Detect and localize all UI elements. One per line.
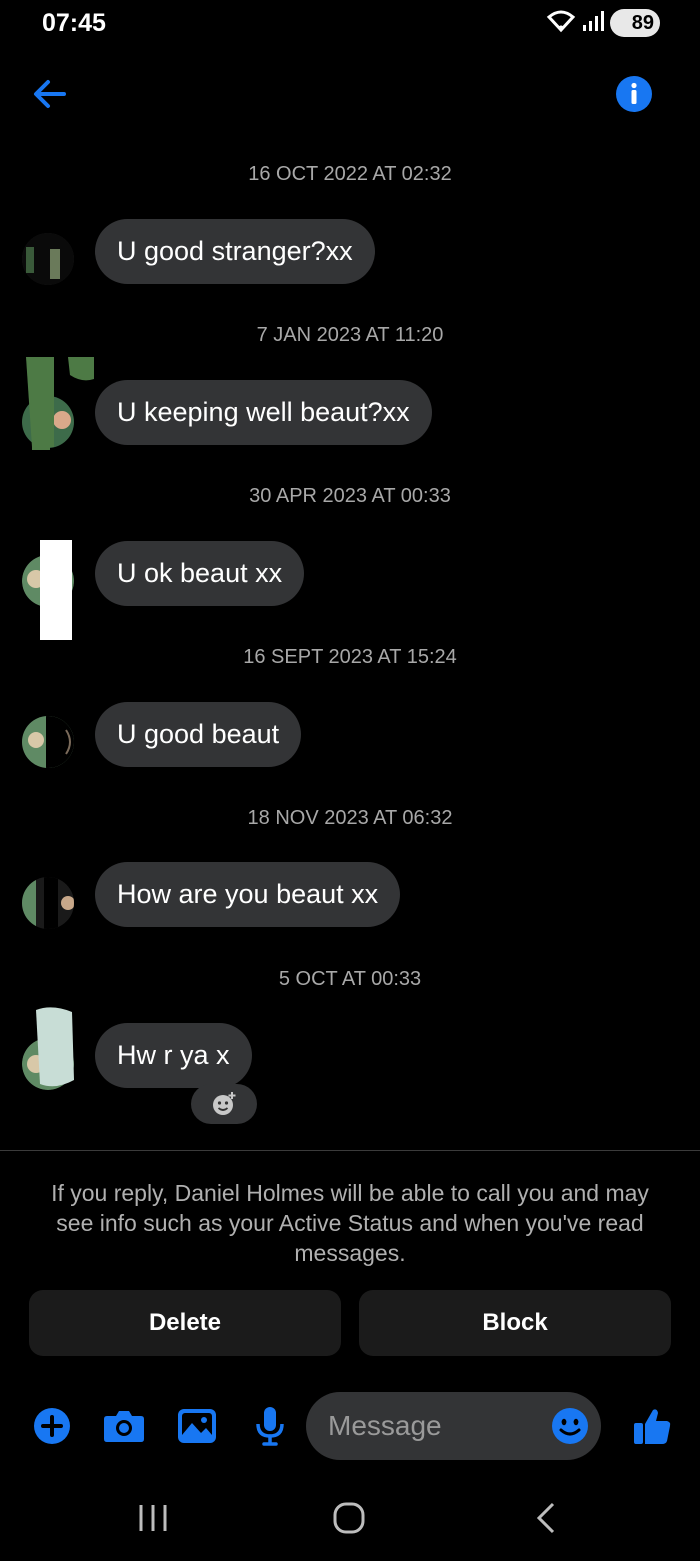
recent-apps-button[interactable] xyxy=(123,1498,183,1538)
status-icons: 89 xyxy=(546,9,660,37)
conversation-header xyxy=(0,60,700,130)
avatar[interactable] xyxy=(22,877,74,929)
arrow-left-icon xyxy=(34,80,66,108)
message-timestamp: 16 SEPT 2023 AT 15:24 xyxy=(243,646,457,668)
plus-icon xyxy=(34,1408,70,1444)
microphone-icon xyxy=(256,1407,284,1446)
message-bubble[interactable]: Hw r ya x xyxy=(95,1023,252,1088)
avatar[interactable] xyxy=(22,233,74,285)
redaction-mark xyxy=(40,540,72,640)
wifi-icon xyxy=(546,9,576,38)
emoji-button[interactable] xyxy=(551,1407,589,1445)
battery-level: 89 xyxy=(631,11,654,34)
message-input[interactable] xyxy=(328,1392,543,1460)
emoji-icon xyxy=(552,1408,588,1444)
message-timestamp: 16 OCT 2022 AT 02:32 xyxy=(248,163,452,185)
block-button[interactable]: Block xyxy=(359,1290,671,1356)
message-bubble[interactable]: U good stranger?xx xyxy=(95,219,375,284)
camera-icon xyxy=(104,1411,144,1442)
home-icon xyxy=(333,1502,365,1534)
home-button[interactable] xyxy=(319,1498,379,1538)
thumbs-up-icon xyxy=(634,1409,671,1444)
redaction-mark xyxy=(32,1006,76,1088)
message-bubble[interactable]: U keeping well beaut?xx xyxy=(95,380,432,445)
system-back-button[interactable] xyxy=(516,1498,576,1538)
emoji-add-icon xyxy=(213,1092,236,1115)
system-navigation-bar xyxy=(0,1480,700,1561)
messenger-screen: 07:45 89 16 OCT 2022 AT 02:32 U good str… xyxy=(0,0,700,1561)
divider xyxy=(0,1150,700,1151)
avatar[interactable] xyxy=(22,716,74,768)
message-bubble[interactable]: U ok beaut xx xyxy=(95,541,305,606)
status-bar: 07:45 89 xyxy=(0,0,700,46)
message-timestamp: 7 JAN 2023 AT 11:20 xyxy=(256,324,444,346)
add-reaction-button[interactable] xyxy=(191,1084,257,1124)
info-icon xyxy=(616,76,652,112)
status-time: 07:45 xyxy=(42,9,106,37)
message-timestamp: 18 NOV 2023 AT 06:32 xyxy=(247,807,453,829)
message-bubble[interactable]: How are you beaut xx xyxy=(95,862,401,927)
camera-button[interactable] xyxy=(102,1404,146,1448)
like-button[interactable] xyxy=(630,1404,674,1448)
message-timestamp: 30 APR 2023 AT 00:33 xyxy=(249,485,451,507)
redaction-mark xyxy=(24,357,94,447)
battery-indicator: 89 xyxy=(610,9,660,37)
message-composer xyxy=(0,1390,700,1462)
message-timestamp: 5 OCT AT 00:33 xyxy=(278,968,422,990)
info-button[interactable] xyxy=(615,75,653,113)
delete-button[interactable]: Delete xyxy=(29,1290,341,1356)
back-icon xyxy=(536,1502,555,1534)
back-button[interactable] xyxy=(28,74,74,114)
voice-button[interactable] xyxy=(248,1404,292,1448)
message-bubble[interactable]: U good beaut xyxy=(95,702,302,767)
gallery-button[interactable] xyxy=(175,1404,219,1448)
recent-apps-icon xyxy=(139,1505,167,1531)
signal-icon xyxy=(582,10,604,37)
more-actions-button[interactable] xyxy=(30,1404,74,1448)
image-icon xyxy=(178,1409,216,1443)
message-input-container xyxy=(306,1392,601,1460)
reply-notice: If you reply, Daniel Holmes will be able… xyxy=(51,1180,649,1266)
